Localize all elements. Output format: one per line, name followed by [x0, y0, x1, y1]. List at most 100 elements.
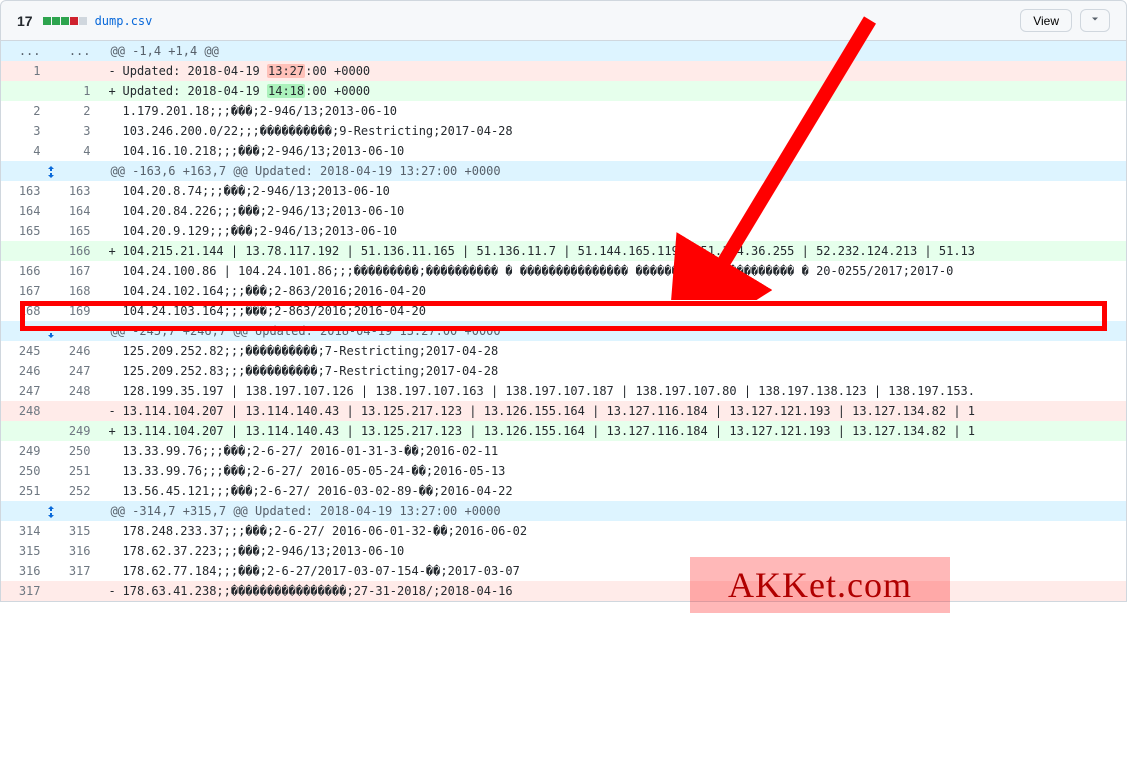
code-content[interactable]: 125.209.252.82;;;����������;7-Restrictin…	[101, 341, 1127, 361]
code-content[interactable]: 104.20.9.129;;;���;2-946/13;2013-06-10	[101, 221, 1127, 241]
line-num-new[interactable]: 1	[51, 81, 101, 101]
code-content[interactable]: 104.16.10.218;;;���;2-946/13;2013-06-10	[101, 141, 1127, 161]
line-num-new[interactable]: 317	[51, 561, 101, 581]
diff-table: ......@@ -1,4 +1,4 @@1Updated: 2018-04-1…	[0, 41, 1127, 602]
line-num-new[interactable]: 166	[51, 241, 101, 261]
code-content[interactable]: 13.33.99.76;;;���;2-6-27/ 2016-01-31-3-�…	[101, 441, 1127, 461]
line-num-new[interactable]	[51, 61, 101, 81]
line-num-old[interactable]	[1, 421, 51, 441]
line-num-new[interactable]: 168	[51, 281, 101, 301]
code-content[interactable]: 104.24.102.164;;;���;2-863/2016;2016-04-…	[101, 281, 1127, 301]
line-num-old[interactable]: 166	[1, 261, 51, 281]
file-menu-button[interactable]	[1080, 9, 1110, 32]
code-content[interactable]: 103.246.200.0/22;;;����������;9-Restrict…	[101, 121, 1127, 141]
line-num-old[interactable]	[1, 81, 51, 101]
line-num-old[interactable]: 4	[1, 141, 51, 161]
diff-row: 1Updated: 2018-04-19 14:18:00 +0000	[1, 81, 1127, 101]
code-content[interactable]: 178.62.77.184;;;���;2-6-27/2017-03-07-15…	[101, 561, 1127, 581]
diff-row: 1 Updated: 2018-04-19 13:27:00 +0000	[1, 61, 1127, 81]
line-num-new[interactable]: 247	[51, 361, 101, 381]
line-num-new[interactable]: 246	[51, 341, 101, 361]
view-button[interactable]: View	[1020, 9, 1072, 32]
line-num-old[interactable]: 167	[1, 281, 51, 301]
code-content[interactable]: 104.24.103.164;;;���;2-863/2016;2016-04-…	[101, 301, 1127, 321]
diff-row: 167168104.24.102.164;;;���;2-863/2016;20…	[1, 281, 1127, 301]
code-content[interactable]: 13.114.104.207 | 13.114.140.43 | 13.125.…	[101, 401, 1127, 421]
line-num-old[interactable]: 248	[1, 401, 51, 421]
diff-row: 25025113.33.99.76;;;���;2-6-27/ 2016-05-…	[1, 461, 1127, 481]
line-num-old[interactable]: 250	[1, 461, 51, 481]
line-num-new[interactable]: 169	[51, 301, 101, 321]
line-num-new[interactable]: 163	[51, 181, 101, 201]
change-count: 17	[17, 13, 33, 29]
line-num-old[interactable]: ...	[1, 41, 51, 61]
code-content[interactable]: 104.20.8.74;;;���;2-946/13;2013-06-10	[101, 181, 1127, 201]
diffstat-squares	[43, 17, 87, 25]
diff-row: 25125213.56.45.121;;;���;2-6-27/ 2016-03…	[1, 481, 1127, 501]
line-num-new[interactable]: 316	[51, 541, 101, 561]
code-content[interactable]: @@ -245,7 +246,7 @@ Updated: 2018-04-19 …	[101, 321, 1127, 341]
code-content[interactable]: 104.215.21.144 | 13.78.117.192 | 51.136.…	[101, 241, 1127, 261]
code-content[interactable]: 128.199.35.197 | 138.197.107.126 | 138.1…	[101, 381, 1127, 401]
line-num-old[interactable]: 251	[1, 481, 51, 501]
line-num-new[interactable]: 249	[51, 421, 101, 441]
line-num-new[interactable]: 315	[51, 521, 101, 541]
expand-icon[interactable]	[1, 501, 101, 521]
expand-icon[interactable]	[1, 321, 101, 341]
diff-row: 166104.215.21.144 | 13.78.117.192 | 51.1…	[1, 241, 1127, 261]
code-content[interactable]: 125.209.252.83;;;����������;7-Restrictin…	[101, 361, 1127, 381]
code-content[interactable]: Updated: 2018-04-19 14:18:00 +0000	[101, 81, 1127, 101]
line-num-old[interactable]: 246	[1, 361, 51, 381]
line-num-new[interactable]: ...	[51, 41, 101, 61]
line-num-old[interactable]: 245	[1, 341, 51, 361]
filename[interactable]: dump.csv	[95, 14, 153, 28]
diff-row: ......@@ -1,4 +1,4 @@	[1, 41, 1127, 61]
code-content[interactable]: Updated: 2018-04-19 13:27:00 +0000	[101, 61, 1127, 81]
line-num-old[interactable]: 315	[1, 541, 51, 561]
line-num-old[interactable]: 3	[1, 121, 51, 141]
code-content[interactable]: 178.62.37.223;;;���;2-946/13;2013-06-10	[101, 541, 1127, 561]
line-num-old[interactable]: 316	[1, 561, 51, 581]
line-num-old[interactable]: 164	[1, 201, 51, 221]
line-num-old[interactable]: 1	[1, 61, 51, 81]
line-num-new[interactable]	[51, 581, 101, 602]
code-content[interactable]: @@ -314,7 +315,7 @@ Updated: 2018-04-19 …	[101, 501, 1127, 521]
diff-row: 24925013.33.99.76;;;���;2-6-27/ 2016-01-…	[1, 441, 1127, 461]
line-num-new[interactable]: 4	[51, 141, 101, 161]
line-num-old[interactable]: 247	[1, 381, 51, 401]
code-content[interactable]: 1.179.201.18;;;���;2-946/13;2013-06-10	[101, 101, 1127, 121]
line-num-new[interactable]: 164	[51, 201, 101, 221]
line-num-new[interactable]: 248	[51, 381, 101, 401]
code-content[interactable]: 104.20.84.226;;;���;2-946/13;2013-06-10	[101, 201, 1127, 221]
diff-row: 315316178.62.37.223;;;���;2-946/13;2013-…	[1, 541, 1127, 561]
line-num-new[interactable]: 2	[51, 101, 101, 121]
line-num-old[interactable]: 249	[1, 441, 51, 461]
line-num-new[interactable]	[51, 401, 101, 421]
line-num-old[interactable]: 2	[1, 101, 51, 121]
line-num-new[interactable]: 3	[51, 121, 101, 141]
diff-row: 316317178.62.77.184;;;���;2-6-27/2017-03…	[1, 561, 1127, 581]
diff-row: 248 13.114.104.207 | 13.114.140.43 | 13.1…	[1, 401, 1127, 421]
code-content[interactable]: @@ -163,6 +163,7 @@ Updated: 2018-04-19 …	[101, 161, 1127, 181]
line-num-old[interactable]: 163	[1, 181, 51, 201]
expand-icon[interactable]	[1, 161, 101, 181]
line-num-new[interactable]: 167	[51, 261, 101, 281]
code-content[interactable]: 104.24.100.86 | 104.24.101.86;;;��������…	[101, 261, 1127, 281]
line-num-old[interactable]: 314	[1, 521, 51, 541]
code-content[interactable]: 13.114.104.207 | 13.114.140.43 | 13.125.…	[101, 421, 1127, 441]
line-num-new[interactable]: 251	[51, 461, 101, 481]
code-content[interactable]: 13.56.45.121;;;���;2-6-27/ 2016-03-02-89…	[101, 481, 1127, 501]
line-num-old[interactable]	[1, 241, 51, 261]
line-num-old[interactable]: 168	[1, 301, 51, 321]
line-num-new[interactable]: 250	[51, 441, 101, 461]
diff-row: 24913.114.104.207 | 13.114.140.43 | 13.1…	[1, 421, 1127, 441]
code-content[interactable]: 13.33.99.76;;;���;2-6-27/ 2016-05-05-24-…	[101, 461, 1127, 481]
line-num-new[interactable]: 165	[51, 221, 101, 241]
line-num-new[interactable]: 252	[51, 481, 101, 501]
line-num-old[interactable]: 165	[1, 221, 51, 241]
code-content[interactable]: 178.63.41.238;;����������������;27-31-20…	[101, 581, 1127, 602]
code-content[interactable]: @@ -1,4 +1,4 @@	[101, 41, 1127, 61]
line-num-old[interactable]: 317	[1, 581, 51, 602]
code-content[interactable]: 178.248.233.37;;;���;2-6-27/ 2016-06-01-…	[101, 521, 1127, 541]
file-stats: 17	[17, 13, 87, 29]
